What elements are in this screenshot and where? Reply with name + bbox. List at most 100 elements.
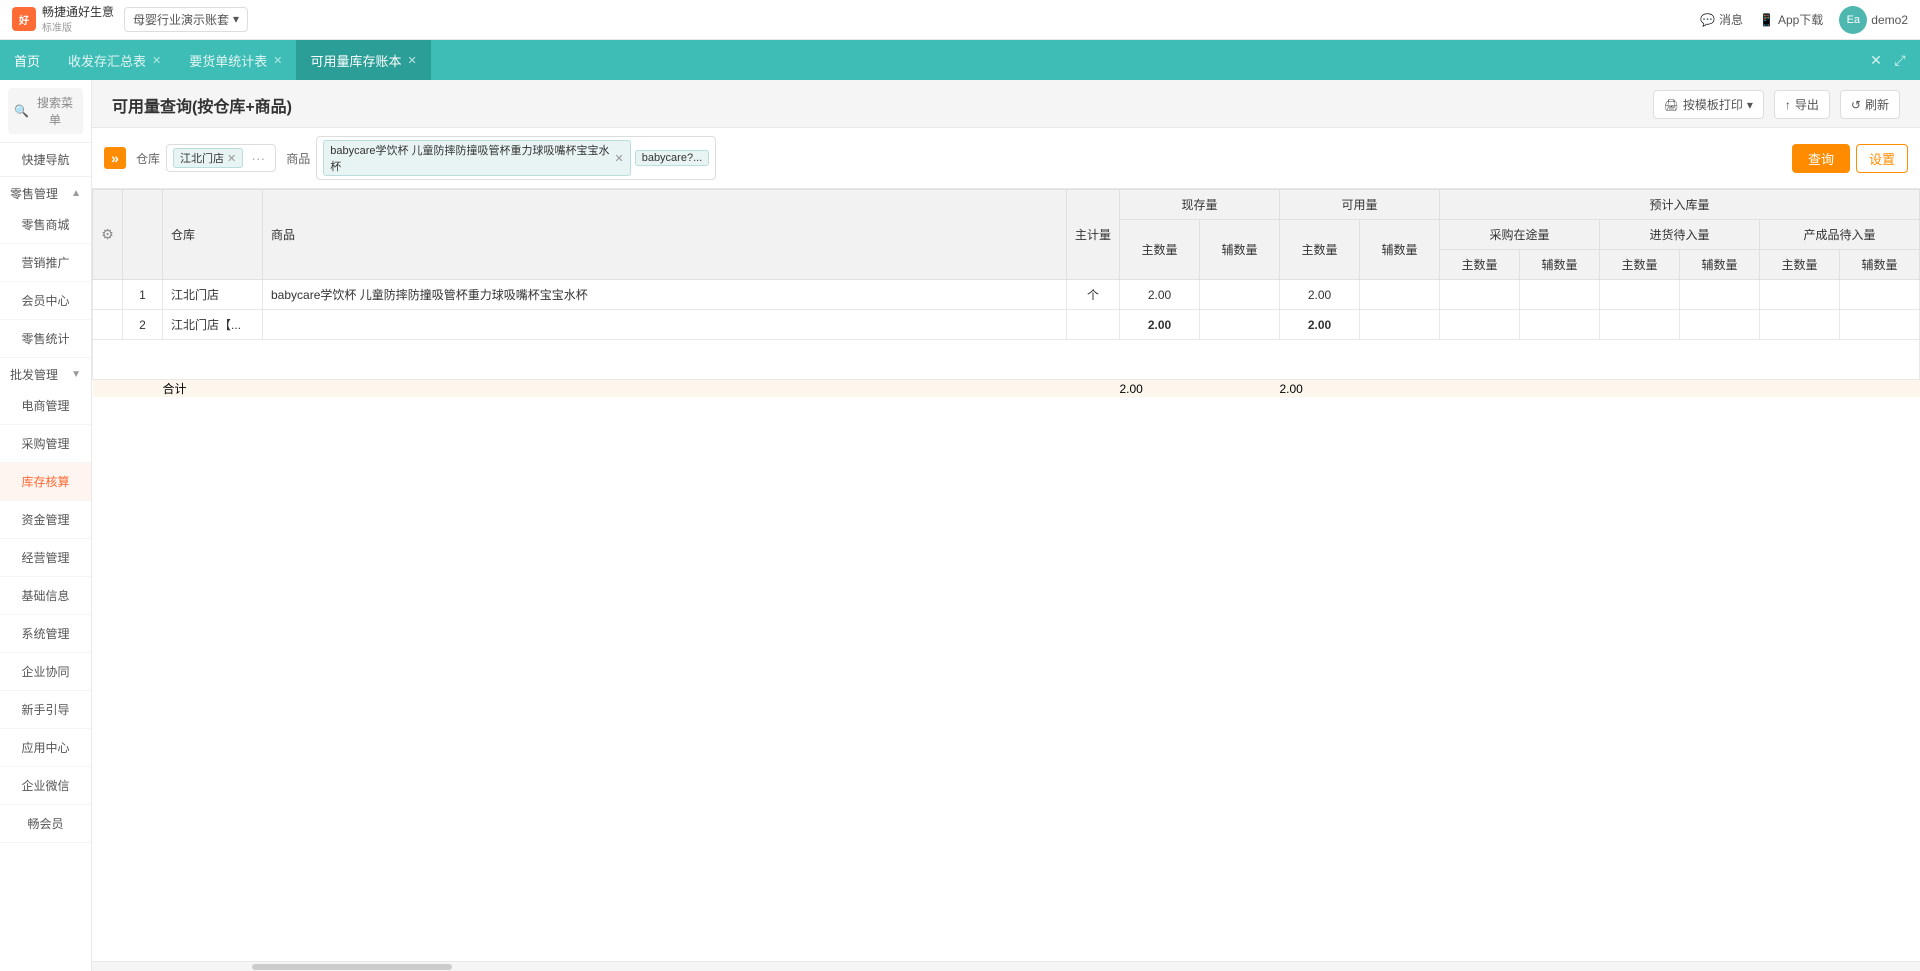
warehouse-tag-1-remove[interactable]: ✕: [227, 152, 236, 165]
message-btn[interactable]: 💬 消息: [1700, 11, 1743, 28]
sidebar-item-ecom-mgmt[interactable]: 电商管理: [0, 387, 91, 425]
tab-home[interactable]: 首页: [0, 40, 54, 80]
sidebar-item-enterprise-wechat[interactable]: 企业微信: [0, 767, 91, 805]
sidebar-item-app-center[interactable]: 应用中心: [0, 729, 91, 767]
page-title: 可用量查询(按仓库+商品): [112, 93, 292, 117]
th-stock-aux: 辅数量: [1200, 220, 1280, 280]
sidebar-item-system-mgmt-label: 系统管理: [21, 625, 69, 642]
sidebar-item-member[interactable]: 会员中心: [0, 282, 91, 320]
scrollbar-area[interactable]: [92, 961, 1920, 971]
th-gear: ⚙: [93, 190, 123, 280]
settings-btn[interactable]: 设置: [1856, 144, 1908, 173]
sidebar-item-ops-mgmt[interactable]: 经营管理: [0, 539, 91, 577]
query-btn[interactable]: 查询: [1792, 144, 1850, 173]
th-incoming-main: 主数量: [1600, 250, 1680, 280]
app-download-btn[interactable]: 📱 App下载: [1759, 11, 1823, 28]
sidebar-item-purchase-mgmt-label: 采购管理: [21, 435, 69, 452]
th-warehouse: 仓库: [163, 190, 263, 280]
product-filter-label: 商品: [286, 150, 310, 167]
row1-production-main: [1760, 280, 1840, 310]
sidebar-item-purchase-mgmt[interactable]: 采购管理: [0, 425, 91, 463]
tab-order-stats-close[interactable]: ✕: [273, 54, 282, 67]
search-menu-btn[interactable]: 🔍 搜索菜单: [8, 88, 83, 134]
product-tag-input[interactable]: babycare学饮杯 儿童防摔防撞吸管杯重力球吸嘴杯宝宝水杯 ✕ babyca…: [316, 136, 716, 180]
sidebar-item-marketing[interactable]: 营销推广: [0, 244, 91, 282]
user-area[interactable]: Ea demo2: [1839, 6, 1908, 34]
sidebar-item-system-mgmt[interactable]: 系统管理: [0, 615, 91, 653]
export-btn[interactable]: ↑ 导出: [1774, 90, 1830, 119]
sidebar-item-retail-stats[interactable]: 零售统计: [0, 320, 91, 358]
user-label: demo2: [1871, 13, 1908, 27]
row1-product: babycare学饮杯 儿童防摔防撞吸管杯重力球吸嘴杯宝宝水杯: [263, 280, 1067, 310]
filter-expand-btn[interactable]: »: [104, 147, 126, 169]
footer-stock-aux: [1200, 380, 1280, 398]
quick-nav-label: 快捷导航: [21, 153, 69, 167]
footer-label: 合计: [163, 380, 263, 398]
row1-available-aux: [1360, 280, 1440, 310]
row2-production-aux: [1840, 310, 1920, 340]
th-purchase-aux: 辅数量: [1520, 250, 1600, 280]
page-actions: 🖨 按模板打印 ▾ ↑ 导出 ↺ 刷新: [1653, 90, 1900, 119]
sidebar-item-wholesale-mgmt[interactable]: 批发管理 ▼: [0, 358, 91, 387]
warehouse-tag-input[interactable]: 江北门店 ✕ ···: [166, 144, 276, 172]
logo-area: 好 畅捷通好生意 标准版: [12, 5, 114, 34]
row1-incoming-aux: [1680, 280, 1760, 310]
row2-purchase-main: [1440, 310, 1520, 340]
top-bar-right: 💬 消息 📱 App下载 Ea demo2: [1700, 6, 1908, 34]
tab-receive-send-label: 收发存汇总表: [68, 51, 146, 70]
tab-available-stock-close[interactable]: ✕: [408, 54, 417, 67]
sidebar-item-retail-shop-label: 零售商城: [21, 216, 69, 233]
th-forecast-group: 预计入库量: [1440, 190, 1920, 220]
arrow-up-icon: ▲: [71, 188, 81, 199]
sidebar-item-enterprise-collab[interactable]: 企业协同: [0, 653, 91, 691]
data-table: ⚙ 仓库 商品 主计量 现存量 可用量 预计入库量 主数量 辅数量 主数量: [92, 189, 1920, 397]
logo-sub: 标准版: [42, 19, 114, 34]
row1-num: 1: [123, 280, 163, 310]
product-tag-1-remove[interactable]: ✕: [614, 152, 623, 165]
print-template-label: 按模板打印: [1683, 96, 1743, 113]
expand-btn[interactable]: ⤢: [1890, 50, 1910, 70]
tab-receive-send-close[interactable]: ✕: [152, 54, 161, 67]
row2-available-main: 2.00: [1280, 310, 1360, 340]
tenant-selector[interactable]: 母婴行业演示账套 ▾: [124, 7, 248, 32]
sidebar-item-retail-mgmt[interactable]: 零售管理 ▲: [0, 177, 91, 206]
sidebar: 🔍 搜索菜单 快捷导航 零售管理 ▲ 零售商城 营销推广 会员中心 零售统计 批…: [0, 80, 92, 971]
export-label: 导出: [1795, 96, 1819, 113]
warehouse-tag-1: 江北门店 ✕: [173, 148, 243, 168]
sidebar-item-retail-mgmt-label: 零售管理: [10, 185, 58, 202]
th-production-main: 主数量: [1760, 250, 1840, 280]
row1-available-main: 2.00: [1280, 280, 1360, 310]
th-available-aux: 辅数量: [1360, 220, 1440, 280]
arrow-down-icon: ▼: [71, 369, 81, 380]
th-production-aux: 辅数量: [1840, 250, 1920, 280]
row1-production-aux: [1840, 280, 1920, 310]
sidebar-item-inventory-check-label: 库存核算: [21, 473, 69, 490]
refresh-btn[interactable]: ↺ 刷新: [1840, 90, 1900, 119]
row1-warehouse: 江北门店: [163, 280, 263, 310]
sidebar-item-finance-mgmt[interactable]: 资金管理: [0, 501, 91, 539]
tab-receive-send[interactable]: 收发存汇总表 ✕: [54, 40, 175, 80]
tab-order-stats[interactable]: 要货单统计表 ✕: [175, 40, 296, 80]
warehouse-dots[interactable]: ···: [247, 150, 269, 166]
footer-production-aux: [1840, 380, 1920, 398]
close-all-btn[interactable]: ✕: [1866, 50, 1886, 70]
sidebar-item-inventory-check[interactable]: 库存核算: [0, 463, 91, 501]
tab-available-stock-label: 可用量库存账本: [310, 51, 401, 70]
print-template-btn[interactable]: 🖨 按模板打印 ▾: [1653, 90, 1764, 119]
sidebar-item-newbie-guide[interactable]: 新手引导: [0, 691, 91, 729]
column-settings-icon[interactable]: ⚙: [101, 226, 114, 242]
sidebar-item-basic-info[interactable]: 基础信息: [0, 577, 91, 615]
sidebar-item-vip-member[interactable]: 畅会员: [0, 805, 91, 843]
sidebar-item-enterprise-collab-label: 企业协同: [21, 663, 69, 680]
th-num: [123, 190, 163, 280]
th-product: 商品: [263, 190, 1067, 280]
sidebar-item-retail-shop[interactable]: 零售商城: [0, 206, 91, 244]
th-main-unit: 主计量: [1066, 190, 1119, 280]
product-tag-1: babycare学饮杯 儿童防摔防撞吸管杯重力球吸嘴杯宝宝水杯 ✕: [323, 140, 630, 176]
tab-available-stock[interactable]: 可用量库存账本 ✕: [296, 40, 430, 80]
footer-production-main: [1760, 380, 1840, 398]
quick-nav-btn[interactable]: 快捷导航: [0, 143, 91, 177]
footer-available-aux: [1360, 380, 1440, 398]
footer-incoming-main: [1600, 380, 1680, 398]
scrollbar-thumb[interactable]: [252, 964, 452, 970]
